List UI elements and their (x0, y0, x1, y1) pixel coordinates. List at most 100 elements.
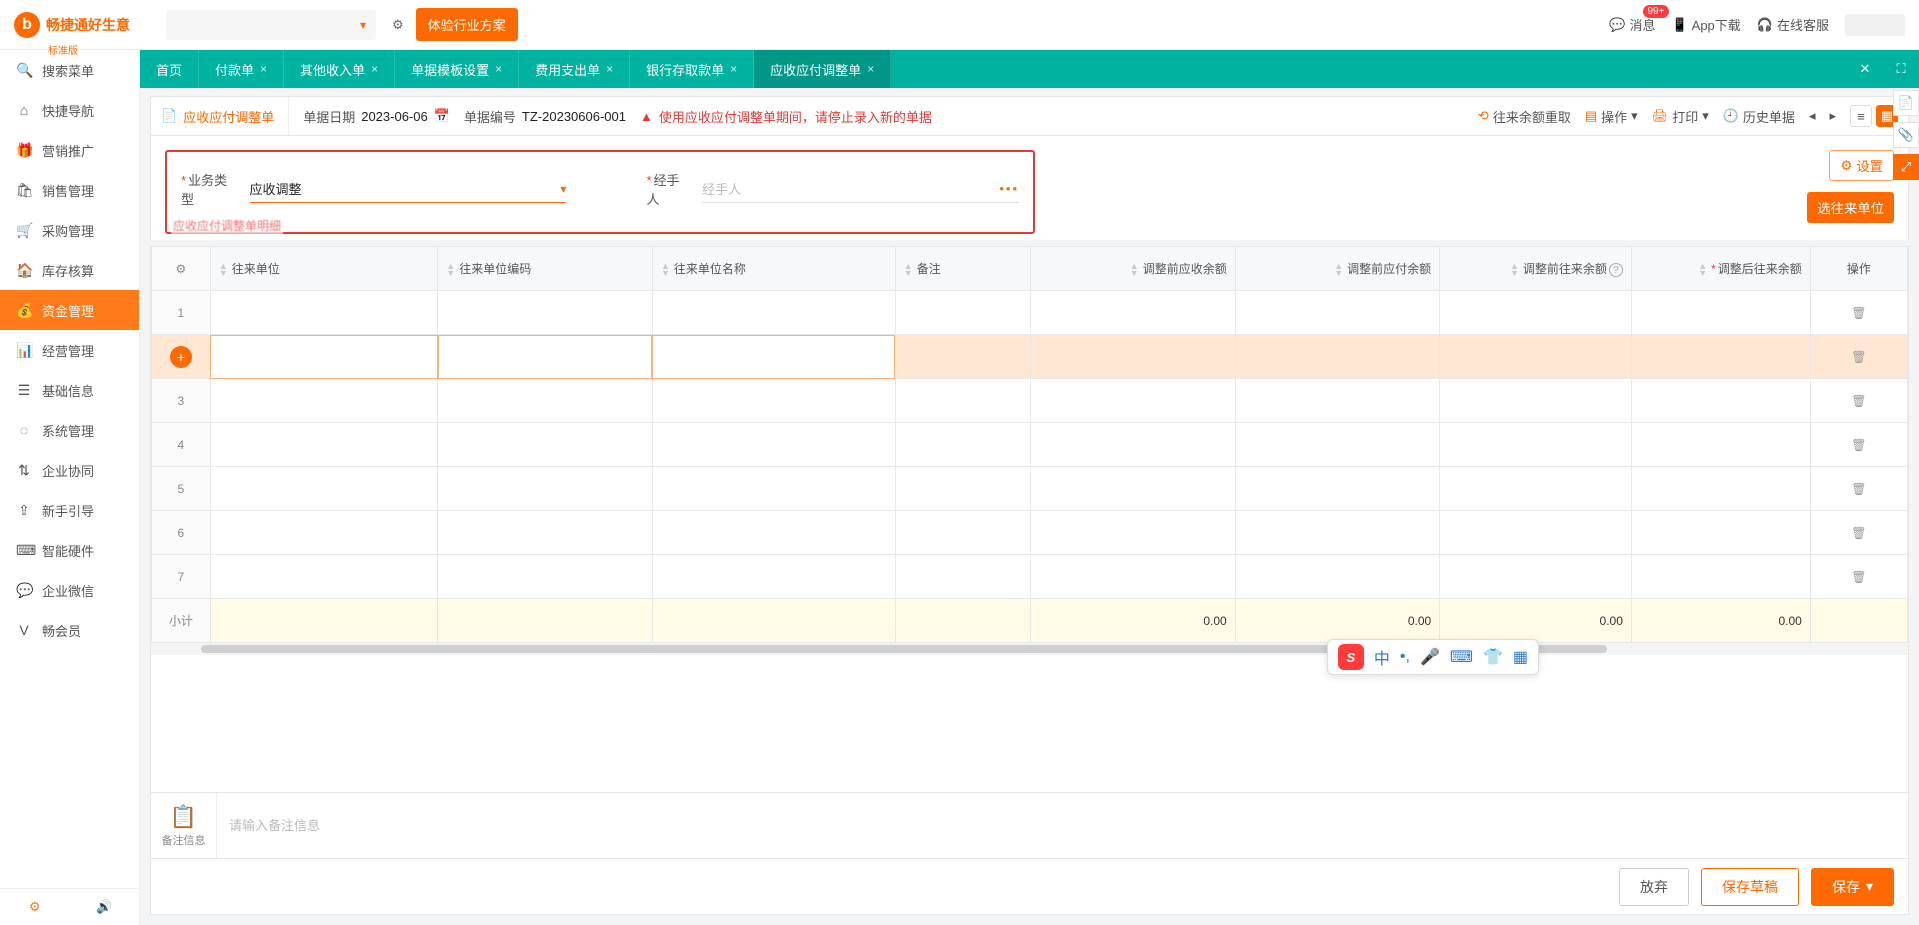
close-icon[interactable]: × (371, 62, 378, 76)
ime-skin-icon[interactable]: 👕 (1483, 647, 1503, 667)
sidebar-item[interactable]: 🛍销售管理 (0, 170, 139, 210)
close-all-tabs-button[interactable]: ✕ (1847, 61, 1883, 77)
sidebar-item[interactable]: ⌨智能硬件 (0, 530, 139, 570)
tab[interactable]: 应收应付调整单× (754, 50, 891, 88)
table-row[interactable]: 5🗑 (152, 467, 1908, 511)
close-icon[interactable]: × (495, 62, 502, 76)
gear-icon[interactable]: ⚙ (392, 17, 404, 33)
cell-post-bal[interactable] (1631, 379, 1810, 423)
sidebar-item[interactable]: ☰基础信息 (0, 370, 139, 410)
cell-unit-code[interactable] (438, 511, 653, 555)
tab[interactable]: 其他收入单× (284, 50, 395, 88)
cell-unit-name[interactable] (652, 379, 895, 423)
col-pre-bal[interactable]: ▲▼调整前往来余额? (1440, 247, 1632, 291)
history-button[interactable]: 🕘历史单据 (1723, 107, 1795, 126)
cell-pre-bal[interactable] (1440, 379, 1632, 423)
add-row-button[interactable]: + (170, 346, 192, 368)
select-unit-button[interactable]: 选往来单位 (1807, 192, 1894, 223)
tab[interactable]: 费用支出单× (519, 50, 630, 88)
ime-toolbar[interactable]: S 中 •, 🎤 ⌨ 👕 ▦ (1327, 639, 1539, 675)
col-pre-recv[interactable]: ▲▼调整前应收余额 (1031, 247, 1235, 291)
col-remark[interactable]: ▲▼备注 (895, 247, 1030, 291)
cell-remark[interactable] (895, 379, 1030, 423)
cell-remark[interactable] (895, 335, 1030, 379)
table-row[interactable]: 3🗑 (152, 379, 1908, 423)
operate-menu[interactable]: ▤操作 ▾ (1585, 107, 1638, 126)
col-unit-name[interactable]: ▲▼往来单位名称 (652, 247, 895, 291)
cell-pre-pay[interactable] (1235, 423, 1439, 467)
help-icon[interactable]: ? (1609, 263, 1623, 277)
discard-button[interactable]: 放弃 (1619, 868, 1689, 906)
cell-pre-pay[interactable] (1235, 379, 1439, 423)
fullscreen-button[interactable]: ⛶ (1883, 61, 1919, 77)
cell-unit[interactable] (210, 511, 437, 555)
cell-post-bal[interactable] (1631, 467, 1810, 511)
sidebar-item[interactable]: ⌂快捷导航 (0, 90, 139, 130)
ime-keyboard-icon[interactable]: ⌨ (1450, 647, 1473, 667)
cell-unit-name[interactable] (652, 555, 895, 599)
online-service-button[interactable]: 🎧 在线客服 (1757, 15, 1829, 34)
horizontal-scrollbar[interactable] (151, 643, 1908, 655)
cell-unit-name[interactable] (652, 467, 895, 511)
biz-type-select[interactable]: 应收调整 ▾ (250, 175, 567, 203)
org-selector[interactable]: ▾ (166, 10, 376, 40)
cell-post-bal[interactable] (1631, 335, 1810, 379)
delete-row-button[interactable]: 🗑 (1851, 394, 1866, 408)
regen-balance-button[interactable]: ⟲往来余额重取 (1478, 107, 1571, 126)
sidebar-item[interactable]: 📊经营管理 (0, 330, 139, 370)
table-row[interactable]: 4🗑 (152, 423, 1908, 467)
cell-unit-name[interactable] (652, 423, 895, 467)
cell-pre-bal[interactable] (1440, 335, 1632, 379)
sidebar-sound-button[interactable]: 🔊 (70, 889, 140, 925)
cell-unit-code[interactable] (438, 379, 653, 423)
sidebar-item[interactable]: 💰资金管理 (0, 290, 139, 330)
delete-row-button[interactable]: 🗑 (1851, 306, 1866, 320)
save-draft-button[interactable]: 保存草稿 (1701, 868, 1799, 906)
col-pre-pay[interactable]: ▲▼调整前应付余额 (1235, 247, 1439, 291)
cell-unit[interactable] (210, 467, 437, 511)
sidebar-item[interactable]: V畅会员 (0, 610, 139, 650)
cell-pre-bal[interactable] (1440, 511, 1632, 555)
handler-select[interactable]: 经手人 ••• (702, 175, 1019, 203)
ime-mic-icon[interactable]: 🎤 (1420, 647, 1440, 667)
cell-remark[interactable] (895, 423, 1030, 467)
sidebar-item[interactable]: 🛒采购管理 (0, 210, 139, 250)
delete-row-button[interactable]: 🗑 (1851, 570, 1866, 584)
cell-unit[interactable] (210, 379, 437, 423)
cell-unit-name[interactable] (652, 511, 895, 555)
col-unit-code[interactable]: ▲▼往来单位编码 (438, 247, 653, 291)
tab[interactable]: 单据模板设置× (395, 50, 519, 88)
rail-note-button[interactable]: 📄 (1893, 90, 1919, 116)
table-row[interactable]: 7🗑 (152, 555, 1908, 599)
remark-input[interactable] (217, 793, 1908, 858)
cell-unit-code[interactable] (438, 467, 653, 511)
table-row[interactable]: 1🗑 (152, 291, 1908, 335)
sidebar-collapse-button[interactable]: ⚙ (0, 889, 70, 925)
trial-industry-button[interactable]: 体验行业方案 (416, 8, 518, 41)
sidebar-item[interactable]: ⇪新手引导 (0, 490, 139, 530)
cell-pre-pay[interactable] (1235, 335, 1439, 379)
sidebar-item[interactable]: ⇅企业协同 (0, 450, 139, 490)
cell-pre-pay[interactable] (1235, 511, 1439, 555)
cell-pre-pay[interactable] (1235, 291, 1439, 335)
cell-unit-code[interactable] (438, 291, 653, 335)
cell-pre-recv[interactable] (1031, 511, 1235, 555)
calendar-icon[interactable]: 📅 (434, 108, 450, 124)
prev-button[interactable]: ◂ (1809, 108, 1816, 124)
settings-button[interactable]: ⚙设置 (1829, 150, 1894, 181)
cell-pre-recv[interactable] (1031, 335, 1235, 379)
cell-unit-code[interactable] (438, 335, 653, 379)
cell-remark[interactable] (895, 555, 1030, 599)
date-value[interactable]: 2023-06-06 (361, 109, 428, 124)
cell-unit-name[interactable] (652, 291, 895, 335)
table-row[interactable]: 6🗑 (152, 511, 1908, 555)
cell-pre-bal[interactable] (1440, 555, 1632, 599)
tab[interactable]: 付款单× (199, 50, 284, 88)
messages-button[interactable]: 💬 消息 99+ (1609, 15, 1655, 34)
cell-post-bal[interactable] (1631, 291, 1810, 335)
cell-post-bal[interactable] (1631, 423, 1810, 467)
cell-remark[interactable] (895, 467, 1030, 511)
close-icon[interactable]: × (730, 62, 737, 76)
cell-remark[interactable] (895, 511, 1030, 555)
cell-remark[interactable] (895, 291, 1030, 335)
